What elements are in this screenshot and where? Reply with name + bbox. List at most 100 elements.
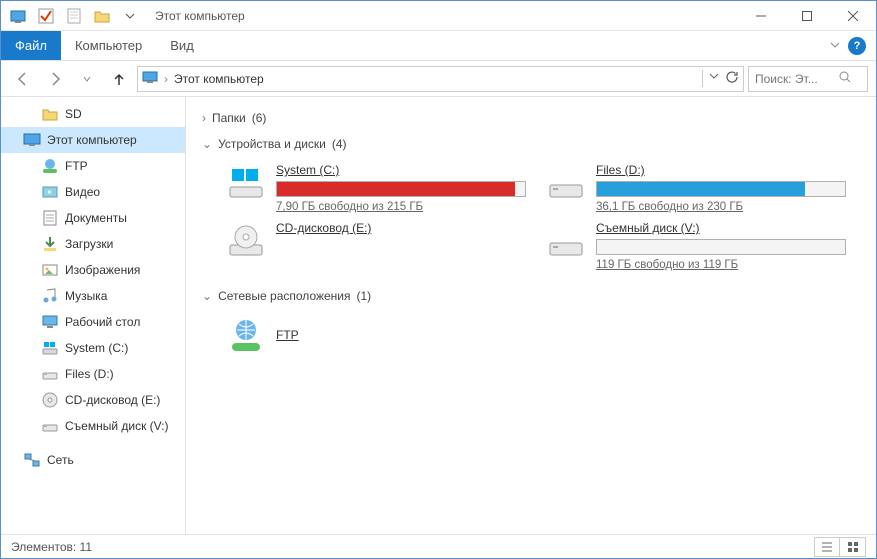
drive-name: Съемный диск (V:)	[596, 221, 846, 235]
sidebar-item[interactable]: SD	[1, 101, 185, 127]
drive-info: 119 ГБ свободно из 119 ГБ	[596, 259, 846, 271]
ribbon-tabs: Файл Компьютер Вид ?	[1, 31, 876, 61]
sidebar-item[interactable]: Этот компьютер	[1, 127, 185, 153]
sidebar-item-label: Сеть	[47, 453, 74, 467]
chevron-right-icon: ›	[202, 111, 206, 125]
properties-icon[interactable]	[63, 5, 85, 27]
help-icon[interactable]: ?	[848, 37, 866, 55]
group-label: Устройства и диски	[218, 137, 326, 151]
sidebar-item-label: Видео	[65, 185, 100, 199]
tab-view[interactable]: Вид	[156, 31, 208, 60]
status-label: Элементов:	[11, 540, 76, 554]
breadcrumb-root[interactable]: Этот компьютер	[174, 72, 264, 86]
sidebar-item-label: Музыка	[65, 289, 107, 303]
drive-usage-bar	[276, 181, 526, 197]
drive-item[interactable]: System (C:) 7,90 ГБ свободно из 215 ГБ	[226, 163, 526, 213]
sidebar-item[interactable]: Загрузки	[1, 231, 185, 257]
network-location-item[interactable]: FTP	[202, 309, 860, 361]
details-view-button[interactable]	[814, 537, 840, 557]
cd-icon	[41, 391, 59, 409]
sidebar-item-label: Съемный диск (V:)	[65, 419, 169, 433]
sidebar-item[interactable]: System (C:)	[1, 335, 185, 361]
osdisk-icon	[226, 163, 266, 203]
disk-icon	[41, 365, 59, 383]
group-devices[interactable]: ⌄ Устройства и диски (4)	[202, 131, 860, 157]
pictures-icon	[41, 261, 59, 279]
address-field[interactable]: › Этот компьютер	[137, 66, 744, 92]
folder-icon	[41, 105, 59, 123]
minimize-button[interactable]	[738, 1, 784, 31]
sidebar-item-label: Рабочий стол	[65, 315, 140, 329]
sidebar-item-label: CD-дисковод (E:)	[65, 393, 160, 407]
drive-usage-bar	[596, 181, 846, 197]
forward-button[interactable]	[41, 65, 69, 93]
video-icon	[41, 183, 59, 201]
maximize-button[interactable]	[784, 1, 830, 31]
status-count: 11	[80, 540, 92, 554]
icons-view-button[interactable]	[840, 537, 866, 557]
sidebar-item[interactable]: Видео	[1, 179, 185, 205]
music-icon	[41, 287, 59, 305]
drive-item[interactable]: Files (D:) 36,1 ГБ свободно из 230 ГБ	[546, 163, 846, 213]
disk-icon	[41, 417, 59, 435]
sidebar-item[interactable]: CD-дисковод (E:)	[1, 387, 185, 413]
desktop-icon	[41, 313, 59, 331]
sidebar-item[interactable]: FTP	[1, 153, 185, 179]
tab-file[interactable]: Файл	[1, 31, 61, 60]
tab-computer[interactable]: Компьютер	[61, 31, 156, 60]
sidebar-item-network[interactable]: Сеть	[1, 447, 185, 473]
refresh-icon[interactable]	[725, 70, 739, 87]
sidebar: SD Этот компьютер FTP Видео Документы Загрузк…	[1, 97, 186, 534]
address-dropdown-icon[interactable]	[709, 70, 719, 87]
group-network[interactable]: ⌄ Сетевые расположения (1)	[202, 283, 860, 309]
group-count: (1)	[357, 289, 372, 303]
pc-icon	[23, 131, 41, 149]
statusbar: Элементов: 11	[1, 534, 876, 558]
sidebar-item-label: System (C:)	[65, 341, 128, 355]
ribbon-collapse-icon[interactable]	[830, 39, 840, 53]
drive-info: 36,1 ГБ свободно из 230 ГБ	[596, 201, 846, 213]
address-bar: › Этот компьютер	[1, 61, 876, 97]
checkbox-icon[interactable]	[35, 5, 57, 27]
sidebar-item-label: Изображения	[65, 263, 140, 277]
drive-item[interactable]: Съемный диск (V:) 119 ГБ свободно из 119 …	[546, 221, 846, 271]
ftp-icon	[226, 315, 266, 355]
network-icon	[23, 451, 41, 469]
group-folders[interactable]: › Папки (6)	[202, 105, 860, 131]
sidebar-item-label: FTP	[65, 159, 88, 173]
new-folder-icon[interactable]	[91, 5, 113, 27]
drive-name: Files (D:)	[596, 163, 846, 177]
chevron-down-icon: ⌄	[202, 137, 212, 151]
disk-icon	[546, 163, 586, 203]
close-button[interactable]	[830, 1, 876, 31]
group-label: Папки	[212, 111, 246, 125]
chevron-down-icon: ⌄	[202, 289, 212, 303]
sidebar-item[interactable]: Изображения	[1, 257, 185, 283]
search-icon[interactable]	[839, 71, 851, 86]
drive-name: CD-дисковод (E:)	[276, 221, 526, 235]
search-input[interactable]	[755, 72, 835, 86]
sidebar-item[interactable]: Съемный диск (V:)	[1, 413, 185, 439]
pc-icon	[142, 69, 158, 88]
back-button[interactable]	[9, 65, 37, 93]
system-icon[interactable]	[7, 5, 29, 27]
up-button[interactable]	[105, 65, 133, 93]
docs-icon	[41, 209, 59, 227]
drive-name: System (C:)	[276, 163, 526, 177]
search-field[interactable]	[748, 66, 868, 92]
sidebar-item[interactable]: Рабочий стол	[1, 309, 185, 335]
sidebar-item-label: Документы	[65, 211, 127, 225]
ftp-icon	[41, 157, 59, 175]
recent-dropdown[interactable]	[73, 65, 101, 93]
view-mode-toggles	[814, 537, 866, 557]
sidebar-item[interactable]: Документы	[1, 205, 185, 231]
sidebar-item-label: SD	[65, 107, 82, 121]
network-location-name: FTP	[276, 328, 299, 342]
downloads-icon	[41, 235, 59, 253]
drive-info: 7,90 ГБ свободно из 215 ГБ	[276, 201, 526, 213]
sidebar-item[interactable]: Files (D:)	[1, 361, 185, 387]
drive-item[interactable]: CD-дисковод (E:)	[226, 221, 526, 271]
sidebar-item[interactable]: Музыка	[1, 283, 185, 309]
qat-dropdown-icon[interactable]	[119, 5, 141, 27]
chevron-right-icon[interactable]: ›	[164, 72, 168, 86]
